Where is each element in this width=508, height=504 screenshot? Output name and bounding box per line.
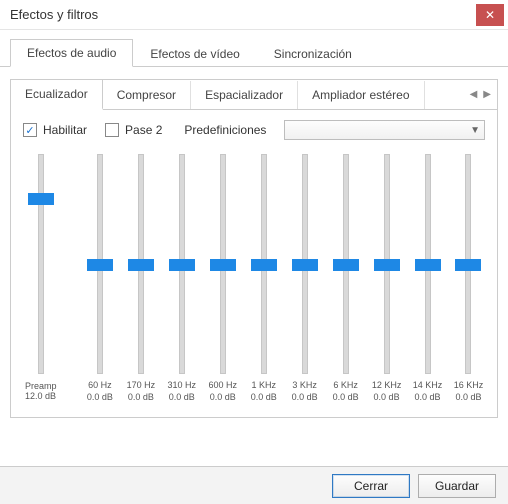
subtab-stereo-widener[interactable]: Ampliador estéreo [298, 81, 424, 109]
band-slider[interactable]: 3 KHz 0.0 dB [288, 154, 321, 403]
band-slider[interactable]: 170 Hz 0.0 dB [124, 154, 157, 403]
window-close-button[interactable]: ✕ [476, 4, 504, 26]
pass2-checkbox[interactable]: Pase 2 [105, 123, 162, 137]
band-db: 0.0 dB [128, 392, 154, 404]
slider-thumb[interactable] [169, 259, 195, 271]
slider-track[interactable] [384, 154, 390, 374]
band-freq: 310 Hz [168, 380, 197, 392]
subtab-scroll: ◀ ▶ [464, 89, 497, 100]
tab-sync[interactable]: Sincronización [257, 40, 369, 67]
slider-track[interactable] [179, 154, 185, 374]
slider-thumb[interactable] [455, 259, 481, 271]
slider-track[interactable] [38, 154, 44, 374]
band-freq: 16 KHz [454, 380, 484, 392]
slider-thumb[interactable] [87, 259, 113, 271]
chevron-right-icon[interactable]: ▶ [481, 89, 493, 100]
pass2-label: Pase 2 [125, 123, 162, 137]
slider-track[interactable] [97, 154, 103, 374]
band-slider[interactable]: 12 KHz 0.0 dB [370, 154, 403, 403]
sub-tabs: Ecualizador Compresor Espacializador Amp… [11, 80, 497, 110]
band-db: 0.0 dB [455, 392, 481, 404]
band-slider[interactable]: 600 Hz 0.0 dB [206, 154, 239, 403]
band-db: 0.0 dB [169, 392, 195, 404]
checkbox-icon: ✓ [23, 123, 37, 137]
save-button[interactable]: Guardar [418, 474, 496, 498]
band-freq: 60 Hz [88, 380, 112, 392]
dialog-button-bar: Cerrar Guardar [0, 466, 508, 504]
band-slider[interactable]: 6 KHz 0.0 dB [329, 154, 362, 403]
slider-thumb[interactable] [292, 259, 318, 271]
band-db: 0.0 dB [87, 392, 113, 404]
close-icon: ✕ [485, 8, 495, 22]
slider-thumb[interactable] [415, 259, 441, 271]
band-freq: 12 KHz [372, 380, 402, 392]
preamp-name: Preamp [23, 381, 59, 391]
band-slider[interactable]: 16 KHz 0.0 dB [452, 154, 485, 403]
slider-track[interactable] [261, 154, 267, 374]
slider-thumb[interactable] [374, 259, 400, 271]
slider-track[interactable] [465, 154, 471, 374]
audio-effects-panel: Ecualizador Compresor Espacializador Amp… [10, 79, 498, 418]
equalizer-area: Preamp 12.0 dB 60 Hz 0.0 dB 170 Hz 0.0 d… [11, 146, 497, 417]
subtab-equalizer[interactable]: Ecualizador [11, 80, 103, 110]
band-freq: 6 KHz [333, 380, 358, 392]
band-freq: 1 KHz [251, 380, 276, 392]
tab-audio-effects[interactable]: Efectos de audio [10, 39, 133, 67]
slider-thumb[interactable] [251, 259, 277, 271]
slider-track[interactable] [138, 154, 144, 374]
titlebar: Efectos y filtros ✕ [0, 0, 508, 30]
subtab-compressor[interactable]: Compresor [103, 81, 191, 109]
tab-video-effects[interactable]: Efectos de vídeo [133, 40, 256, 67]
slider-track[interactable] [302, 154, 308, 374]
checkbox-icon [105, 123, 119, 137]
eq-control-row: ✓ Habilitar Pase 2 Predefiniciones ▼ [11, 110, 497, 146]
band-freq: 170 Hz [127, 380, 156, 392]
band-slider[interactable]: 310 Hz 0.0 dB [165, 154, 198, 403]
preamp-db: 12.0 dB [23, 391, 59, 401]
band-slider[interactable]: 1 KHz 0.0 dB [247, 154, 280, 403]
chevron-down-icon: ▼ [470, 125, 480, 136]
slider-thumb[interactable] [128, 259, 154, 271]
main-tabs: Efectos de audio Efectos de vídeo Sincro… [0, 30, 508, 67]
slider-thumb[interactable] [333, 259, 359, 271]
chevron-left-icon[interactable]: ◀ [468, 89, 480, 100]
slider-track[interactable] [425, 154, 431, 374]
band-slider[interactable]: 60 Hz 0.0 dB [83, 154, 116, 403]
enable-label: Habilitar [43, 123, 87, 137]
close-button[interactable]: Cerrar [332, 474, 410, 498]
preamp-slider[interactable]: Preamp 12.0 dB [23, 154, 59, 401]
slider-thumb[interactable] [210, 259, 236, 271]
slider-track[interactable] [220, 154, 226, 374]
band-db: 0.0 dB [374, 392, 400, 404]
band-slider[interactable]: 14 KHz 0.0 dB [411, 154, 444, 403]
band-db: 0.0 dB [415, 392, 441, 404]
band-db: 0.0 dB [210, 392, 236, 404]
band-freq: 600 Hz [208, 380, 237, 392]
presets-label: Predefiniciones [184, 123, 266, 137]
presets-combo[interactable]: ▼ [284, 120, 485, 140]
band-freq: 14 KHz [413, 380, 443, 392]
subtab-spatializer[interactable]: Espacializador [191, 81, 298, 109]
band-db: 0.0 dB [292, 392, 318, 404]
band-db: 0.0 dB [333, 392, 359, 404]
band-freq: 3 KHz [292, 380, 317, 392]
slider-thumb[interactable] [28, 193, 54, 205]
window-title: Efectos y filtros [10, 7, 476, 22]
slider-track[interactable] [343, 154, 349, 374]
enable-checkbox[interactable]: ✓ Habilitar [23, 123, 87, 137]
band-db: 0.0 dB [251, 392, 277, 404]
